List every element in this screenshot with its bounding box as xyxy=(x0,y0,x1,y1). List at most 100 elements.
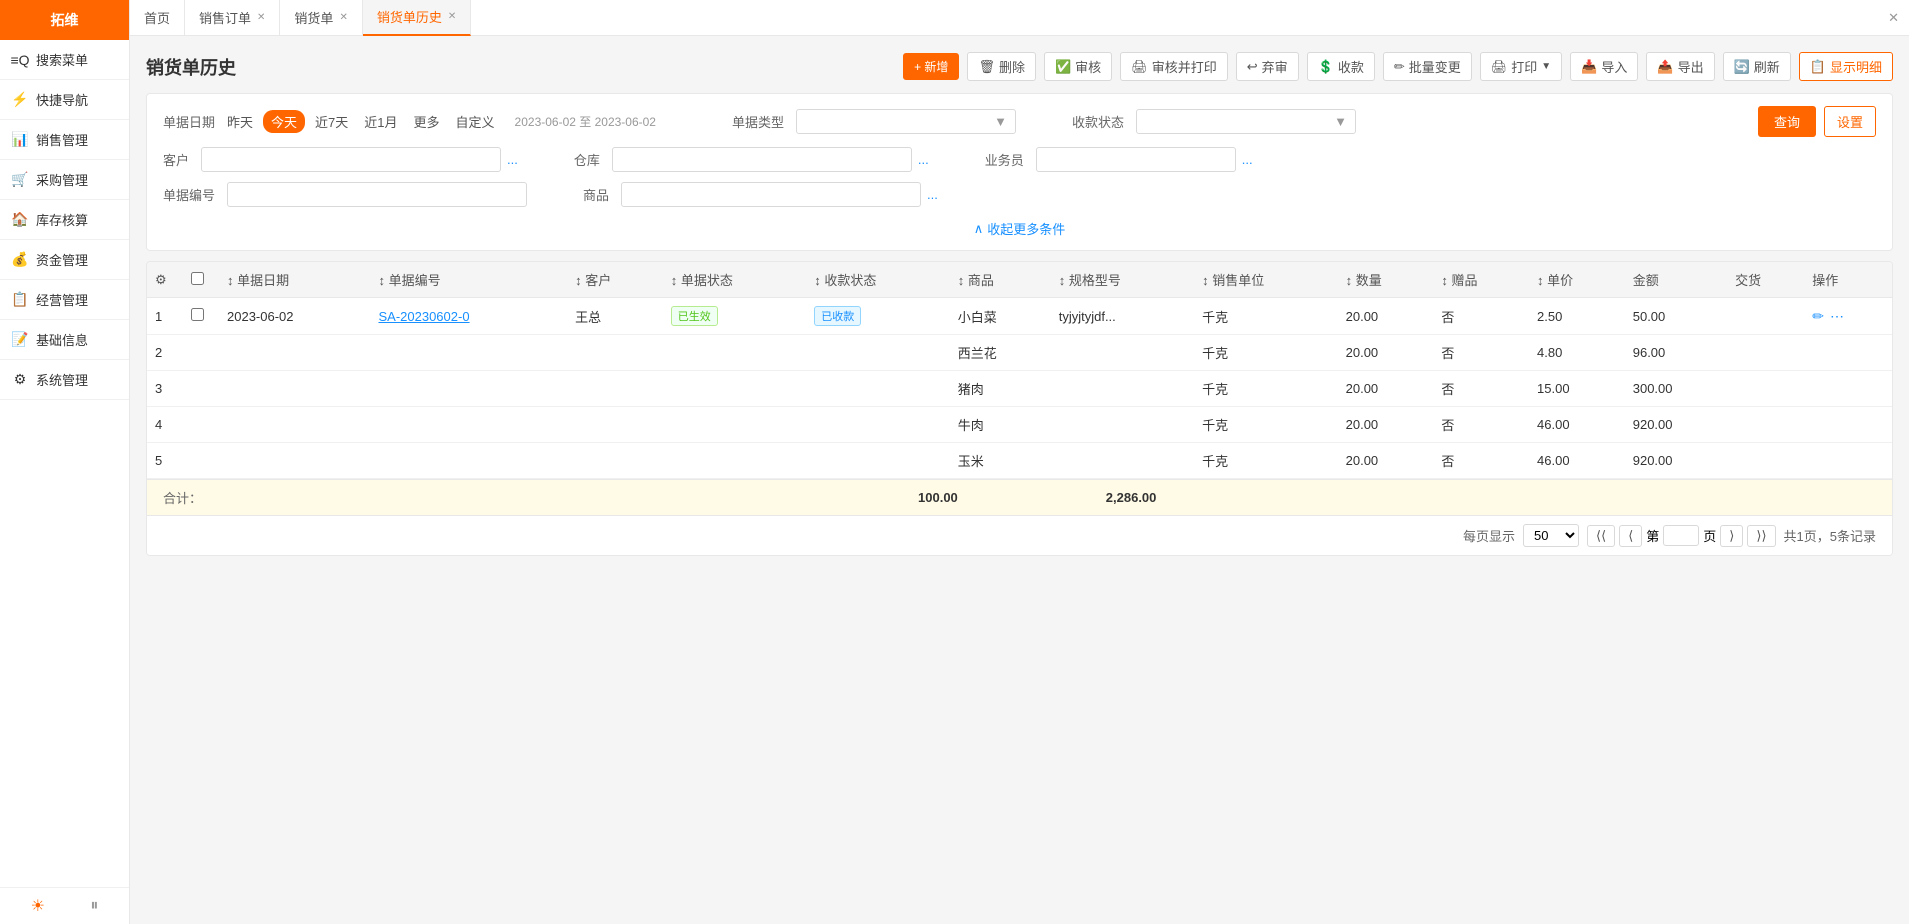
import-button[interactable]: 📥 导入 xyxy=(1570,52,1638,81)
delete-button[interactable]: 🗑 删除 xyxy=(967,52,1036,81)
cell-spec xyxy=(1051,335,1194,371)
goods-ellipsis[interactable]: ... xyxy=(927,187,938,202)
th-amount: 金额 xyxy=(1625,262,1727,298)
tab-sales-history[interactable]: 销货单历史 ✕ xyxy=(363,0,471,36)
customer-input[interactable] xyxy=(201,147,501,172)
cell-action xyxy=(1804,335,1892,371)
th-unit[interactable]: ↕ 销售单位 xyxy=(1194,262,1337,298)
tab-sales-order[interactable]: 销售订单 ✕ xyxy=(185,0,280,36)
prev-page-button[interactable]: ⟨ xyxy=(1619,525,1642,547)
sidebar-item-purchase-mgmt[interactable]: 🛒 采购管理 xyxy=(0,160,129,200)
cell-spec xyxy=(1051,407,1194,443)
tab-bar-close-all[interactable]: ✕ xyxy=(1888,10,1909,26)
batch-change-button[interactable]: ✏ 批量变更 xyxy=(1383,52,1472,81)
cell-gift: 否 xyxy=(1433,407,1529,443)
audit-print-button[interactable]: 🖨 审核并打印 xyxy=(1120,52,1228,81)
goods-input[interactable] xyxy=(621,182,921,207)
th-qty[interactable]: ↕ 数量 xyxy=(1338,262,1434,298)
export-button[interactable]: 📤 导出 xyxy=(1646,52,1714,81)
page-number-input[interactable]: 1 xyxy=(1663,525,1699,546)
print-button[interactable]: 🖨 打印 ▼ xyxy=(1480,52,1562,81)
cell-gift: 否 xyxy=(1433,371,1529,407)
doc-type-select[interactable]: ▼ xyxy=(796,109,1016,134)
cell-unit: 千克 xyxy=(1194,335,1337,371)
th-goods[interactable]: ↕ 商品 xyxy=(950,262,1051,298)
last-page-button[interactable]: ⟩⟩ xyxy=(1747,525,1775,547)
warehouse-ellipsis[interactable]: ... xyxy=(918,152,929,167)
customer-ellipsis[interactable]: ... xyxy=(507,152,518,167)
show-detail-button[interactable]: 📋 显示明细 xyxy=(1799,52,1893,81)
query-button[interactable]: 查询 xyxy=(1758,106,1816,137)
doc-status-badge: 已生效 xyxy=(671,306,718,326)
sidebar-item-operations-mgmt[interactable]: 📋 经营管理 xyxy=(0,280,129,320)
salesperson-ellipsis[interactable]: ... xyxy=(1242,152,1253,167)
refresh-button[interactable]: 🔄 刷新 xyxy=(1723,52,1791,81)
more-icon[interactable]: ⋯ xyxy=(1830,308,1844,325)
sidebar-bottom-icon1[interactable]: ☀ xyxy=(31,896,45,916)
shortcut-yesterday[interactable]: 昨天 xyxy=(221,110,259,133)
page-label-before: 第 xyxy=(1646,526,1659,545)
collapse-button[interactable]: ∧ 收起更多条件 xyxy=(163,215,1876,242)
edit-icon[interactable]: ✏ xyxy=(1812,308,1824,325)
th-customer[interactable]: ↕ 客户 xyxy=(567,262,663,298)
cell-action xyxy=(1804,443,1892,479)
th-gift[interactable]: ↕ 赠品 xyxy=(1433,262,1529,298)
shortcut-more[interactable]: 更多 xyxy=(408,110,446,133)
cell-amount: 920.00 xyxy=(1625,407,1727,443)
sidebar-item-quick-nav[interactable]: ⚡ 快捷导航 xyxy=(0,80,129,120)
th-price[interactable]: ↕ 单价 xyxy=(1529,262,1625,298)
sidebar-item-system-mgmt[interactable]: ⚙ 系统管理 xyxy=(0,360,129,400)
table-row: 4 牛肉 千克 20.00 否 46.00 920.00 xyxy=(147,407,1892,443)
collect-button[interactable]: 💲 收款 xyxy=(1307,52,1375,81)
th-doc-no[interactable]: ↕ 单据编号 xyxy=(370,262,567,298)
audit-button[interactable]: ✅ 审核 xyxy=(1044,52,1112,81)
th-spec[interactable]: ↕ 规格型号 xyxy=(1051,262,1194,298)
abandon-button[interactable]: ↩ 弃审 xyxy=(1236,52,1299,81)
th-collect-status[interactable]: ↕ 收款状态 xyxy=(806,262,949,298)
salesperson-input[interactable] xyxy=(1036,147,1236,172)
shortcut-1month[interactable]: 近1月 xyxy=(358,110,403,133)
row-checkbox[interactable] xyxy=(191,308,204,321)
sidebar-bottom: ☀ ⏸ xyxy=(0,887,129,924)
sidebar-item-search-menu[interactable]: ≡Q 搜索菜单 xyxy=(0,40,129,80)
th-settings[interactable]: ⚙ xyxy=(147,262,183,298)
tab-sales-goods-close[interactable]: ✕ xyxy=(339,12,347,23)
tab-sales-goods[interactable]: 销货单 ✕ xyxy=(280,0,362,36)
delete-icon: 🗑 xyxy=(978,59,995,75)
tab-home[interactable]: 首页 xyxy=(130,0,185,36)
purchase-mgmt-icon: 🛒 xyxy=(12,172,28,188)
doc-no-link[interactable]: SA-20230602-0 xyxy=(378,309,469,324)
sidebar-bottom-icon2[interactable]: ⏸ xyxy=(90,897,98,915)
sidebar-item-basic-info[interactable]: 📝 基础信息 xyxy=(0,320,129,360)
first-page-button[interactable]: ⟨⟨ xyxy=(1587,525,1615,547)
import-icon: 📥 xyxy=(1581,59,1597,75)
shortcut-custom[interactable]: 自定义 xyxy=(450,110,501,133)
shortcut-today[interactable]: 今天 xyxy=(263,110,305,133)
footer-total-qty: 100.00 xyxy=(918,490,958,505)
warehouse-input[interactable] xyxy=(612,147,912,172)
date-range-display: 2023-06-02 至 2023-06-02 xyxy=(515,113,656,130)
page-size-select[interactable]: 50 100 200 xyxy=(1523,524,1579,547)
tab-sales-history-close[interactable]: ✕ xyxy=(448,11,456,22)
set-button[interactable]: 设置 xyxy=(1824,106,1876,137)
tab-sales-order-close[interactable]: ✕ xyxy=(257,12,265,23)
doc-no-input[interactable] xyxy=(227,182,527,207)
sidebar-item-inventory[interactable]: 🏠 库存核算 xyxy=(0,200,129,240)
table-row: 2 西兰花 千克 20.00 否 4.80 96.00 xyxy=(147,335,1892,371)
th-doc-status[interactable]: ↕ 单据状态 xyxy=(663,262,806,298)
shortcut-7days[interactable]: 近7天 xyxy=(309,110,354,133)
th-doc-date[interactable]: ↕ 单据日期 xyxy=(219,262,370,298)
sidebar-item-finance-mgmt[interactable]: 💰 资金管理 xyxy=(0,240,129,280)
next-page-button[interactable]: ⟩ xyxy=(1720,525,1743,547)
cell-doc-no: SA-20230602-0 xyxy=(370,298,567,335)
cell-unit: 千克 xyxy=(1194,443,1337,479)
sidebar-item-label: 库存核算 xyxy=(36,210,88,229)
sidebar-item-sales-mgmt[interactable]: 📊 销售管理 xyxy=(0,120,129,160)
select-all-checkbox[interactable] xyxy=(191,272,204,285)
page-content: 销货单历史 + 新增 🗑 删除 ✅ 审核 🖨 审核并打印 ↩ 弃审 xyxy=(130,36,1909,924)
table-settings-icon[interactable]: ⚙ xyxy=(155,272,167,287)
new-button[interactable]: + 新增 xyxy=(903,53,959,80)
collect-status-select[interactable]: ▼ xyxy=(1136,109,1356,134)
cell-index: 1 xyxy=(147,298,183,335)
cell-doc-no xyxy=(370,443,567,479)
